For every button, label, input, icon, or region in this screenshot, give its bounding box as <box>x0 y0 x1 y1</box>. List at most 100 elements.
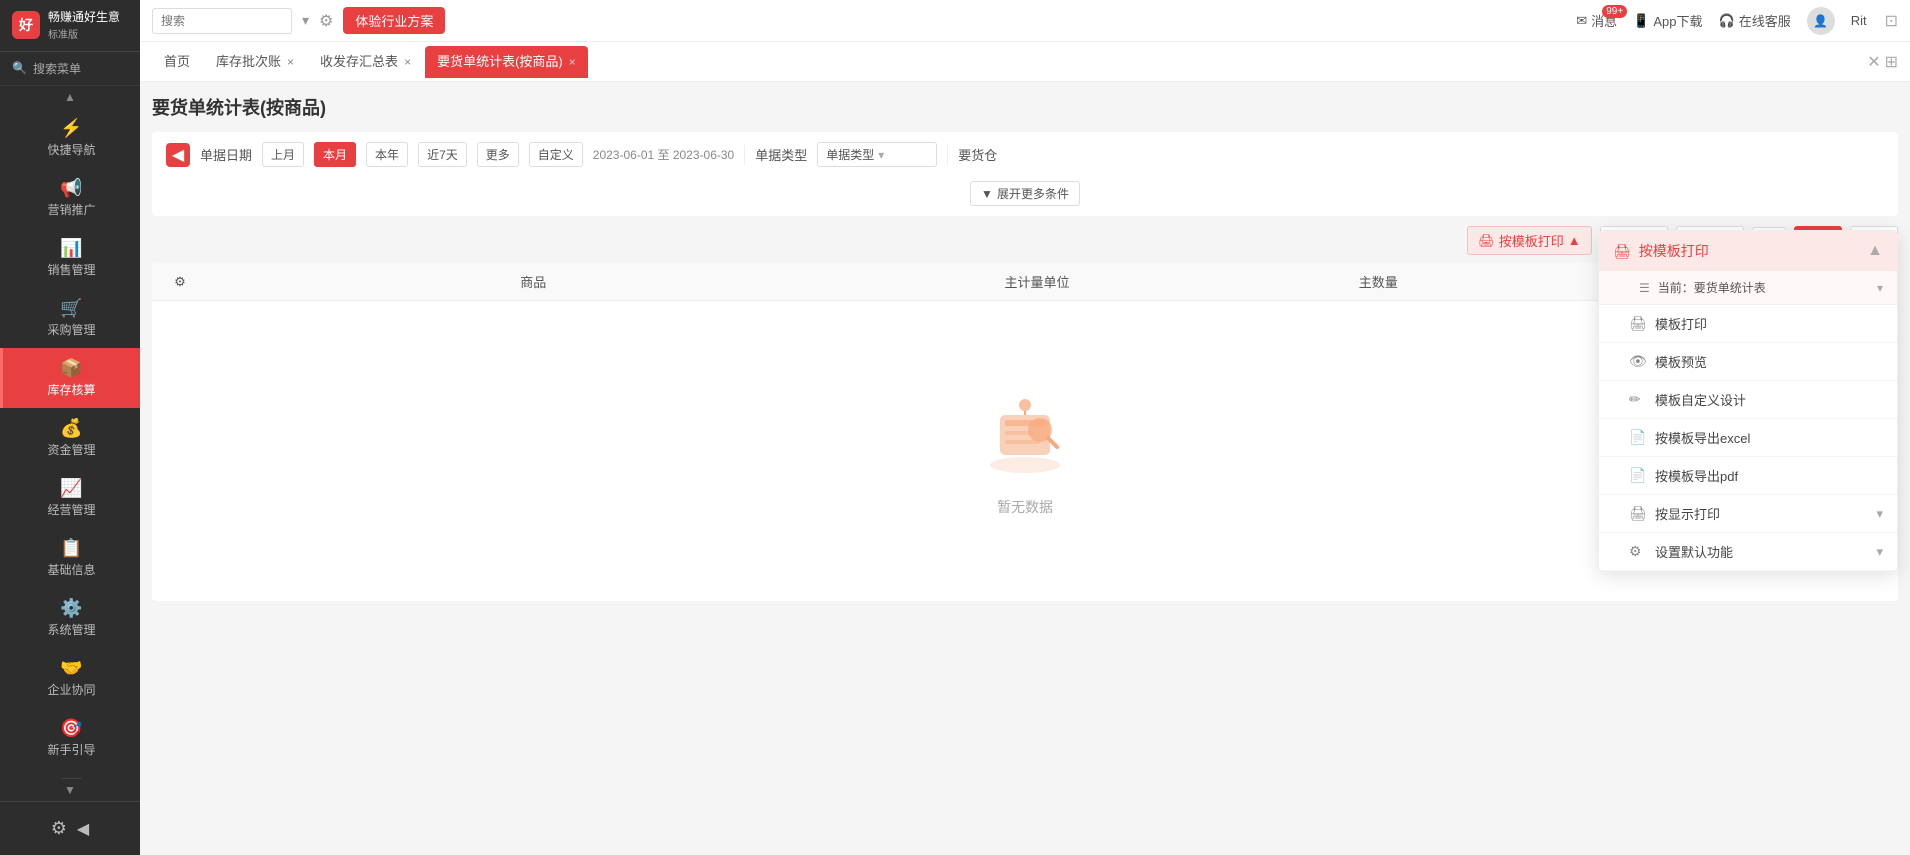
filter-expand-btn[interactable]: ◀ <box>166 143 190 167</box>
app-download-icon: 📱 <box>1633 13 1649 29</box>
purchase-label: 采购管理 <box>47 321 95 338</box>
expand-more-btn[interactable]: ▼ 展开更多条件 <box>970 181 1080 206</box>
sidebar-item-inventory[interactable]: 📦 库存核算 <box>0 348 140 408</box>
search-label: 搜索菜单 <box>33 60 81 77</box>
default-func-left: ⚙ 设置默认功能 <box>1629 542 1733 561</box>
dropdown-item-template-print[interactable]: 🖨 模板打印 <box>1599 305 1897 343</box>
template-custom-icon: ✏ <box>1629 391 1645 408</box>
sidebar-bottom: ⚙ ◀ <box>0 801 140 855</box>
online-service-btn[interactable]: 🎧 在线客服 <box>1719 11 1791 30</box>
dropdown-item-display-print[interactable]: 🖨 按显示打印 ▾ <box>1599 495 1897 533</box>
template-preview-label: 模板预览 <box>1655 352 1707 371</box>
settings-bottom-icon[interactable]: ⚙ <box>51 818 67 839</box>
template-custom-label: 模板自定义设计 <box>1655 390 1746 409</box>
sidebar-item-operation[interactable]: 📈 经营管理 <box>0 468 140 528</box>
sidebar-item-system[interactable]: ⚙️ 系统管理 <box>0 588 140 648</box>
app-download-btn[interactable]: 📱 App下载 <box>1633 11 1702 30</box>
tab-close-all-icon[interactable]: ✕ <box>1867 52 1880 72</box>
inventory-label: 库存核算 <box>47 381 95 398</box>
print-template-btn[interactable]: 🖨 按模板打印 ▲ <box>1467 226 1591 255</box>
sidebar-item-collab[interactable]: 🤝 企业协同 <box>0 648 140 708</box>
system-icon: ⚙️ <box>60 598 82 619</box>
date-btn-custom[interactable]: 自定义 <box>529 142 583 167</box>
export-excel-label: 按模板导出excel <box>1655 428 1750 447</box>
sidebar-search[interactable]: 🔍 搜索菜单 <box>0 52 140 86</box>
dropdown-item-template-custom[interactable]: ✏ 模板自定义设计 <box>1599 381 1897 419</box>
sidebar-item-sales[interactable]: 📊 销售管理 <box>0 228 140 288</box>
sidebar-item-quick-nav[interactable]: ⚡ 快捷导航 <box>0 108 140 168</box>
dropdown-item-default-func[interactable]: ⚙ 设置默认功能 ▾ <box>1599 533 1897 571</box>
date-btn-7days[interactable]: 近7天 <box>418 142 467 167</box>
message-btn[interactable]: ✉ 消息 99+ <box>1576 11 1617 30</box>
guide-label: 新手引导 <box>47 741 95 758</box>
filter-divider-2 <box>947 145 948 165</box>
sidebar-item-guide[interactable]: 🎯 新手引导 <box>0 708 140 768</box>
tab-home[interactable]: 首页 <box>152 46 202 78</box>
default-func-icon: ⚙ <box>1629 543 1645 560</box>
date-btn-last-month[interactable]: 上月 <box>262 142 304 167</box>
maximize-btn[interactable]: ⊡ <box>1885 11 1898 31</box>
tab-order-stats-label: 要货单统计表(按商品) <box>437 46 563 78</box>
tab-home-label: 首页 <box>164 46 190 78</box>
date-btn-this-year[interactable]: 本年 <box>366 142 408 167</box>
tab-order-stats[interactable]: 要货单统计表(按商品) × <box>425 46 588 78</box>
header-search-input[interactable] <box>152 8 292 34</box>
col-quantity: 主数量 <box>1208 272 1549 291</box>
header-gear-btn[interactable]: ⚙ <box>319 11 333 31</box>
empty-illustration <box>975 385 1075 485</box>
avatar-placeholder: 👤 <box>1813 14 1828 28</box>
template-preview-icon: 👁 <box>1629 353 1645 370</box>
settings-col-icon[interactable]: ⚙ <box>174 274 186 289</box>
header-dropdown-btn[interactable]: ▾ <box>302 12 309 29</box>
operation-label: 经营管理 <box>47 501 95 518</box>
tab-receivable[interactable]: 收发存汇总表 × <box>308 46 423 78</box>
col-quantity-label: 主数量 <box>1359 275 1398 290</box>
current-label: 当前：要货单统计表 <box>1658 279 1766 296</box>
tab-receivable-close[interactable]: × <box>404 46 411 78</box>
dropdown-current-item[interactable]: ☰ 当前：要货单统计表 ▾ <box>1599 271 1897 305</box>
sidebar-logo: 好 畅赚通好生意 标准版 <box>0 0 140 52</box>
avatar[interactable]: 👤 <box>1807 7 1835 35</box>
search-icon: 🔍 <box>12 61 27 75</box>
date-btn-this-month[interactable]: 本月 <box>314 142 356 167</box>
col-unit-label: 主计量单位 <box>1005 275 1070 290</box>
logo-icon: 好 <box>12 11 40 39</box>
scroll-down-btn[interactable]: ▼ <box>62 781 78 799</box>
industry-btn[interactable]: 体验行业方案 <box>343 7 445 34</box>
dropdown-item-export-pdf[interactable]: 📄 按模板导出pdf <box>1599 457 1897 495</box>
finance-icon: 💰 <box>60 418 82 439</box>
order-category-label: 要货仓 <box>958 145 997 164</box>
finance-label: 资金管理 <box>47 441 95 458</box>
order-type-select[interactable]: 单据类型 ▾ <box>817 142 937 167</box>
dropdown-item-template-preview[interactable]: 👁 模板预览 <box>1599 343 1897 381</box>
dropdown-close-btn[interactable]: ▲ <box>1867 242 1883 260</box>
main-area: ▾ ⚙ 体验行业方案 ✉ 消息 99+ 📱 App下载 🎧 在线客服 👤 Rit <box>140 0 1910 855</box>
app-name: 畅赚通好生意 <box>48 10 120 26</box>
quick-nav-label: 快捷导航 <box>47 141 95 158</box>
dropdown-item-export-excel[interactable]: 📄 按模板导出excel <box>1599 419 1897 457</box>
date-btn-more[interactable]: 更多 <box>477 142 519 167</box>
logo-text: 畅赚通好生意 标准版 <box>48 10 120 41</box>
sales-icon: 📊 <box>60 238 82 259</box>
header-right: ✉ 消息 99+ 📱 App下载 🎧 在线客服 👤 Rit <box>1576 7 1866 35</box>
sidebar-item-marketing[interactable]: 📢 营销推广 <box>0 168 140 228</box>
expand-icon: ▼ <box>981 187 993 201</box>
sidebar-item-basic[interactable]: 📋 基础信息 <box>0 528 140 588</box>
tab-inventory-batch[interactable]: 库存批次账 × <box>204 46 306 78</box>
tab-inventory-batch-close[interactable]: × <box>287 46 294 78</box>
tab-order-stats-close[interactable]: × <box>569 46 576 78</box>
col-product: 商品 <box>200 272 866 291</box>
scroll-down-area: ▼ <box>0 779 140 801</box>
sidebar-item-purchase[interactable]: 🛒 采购管理 <box>0 288 140 348</box>
online-service-label: 在线客服 <box>1739 11 1791 30</box>
collapse-icon[interactable]: ◀ <box>77 819 89 839</box>
sidebar-item-app[interactable]: 🔲 应用中心 <box>0 768 140 779</box>
dropdown-print-icon: 🖨 <box>1613 243 1631 260</box>
sidebar-item-finance[interactable]: 💰 资金管理 <box>0 408 140 468</box>
tab-fullscreen-icon[interactable]: ⊞ <box>1885 52 1898 72</box>
current-arrow: ▾ <box>1877 281 1883 295</box>
display-print-label: 按显示打印 <box>1655 504 1720 523</box>
guide-icon: 🎯 <box>60 718 82 739</box>
scroll-up-btn[interactable]: ▲ <box>62 88 78 106</box>
order-type-arrow: ▾ <box>878 148 884 162</box>
